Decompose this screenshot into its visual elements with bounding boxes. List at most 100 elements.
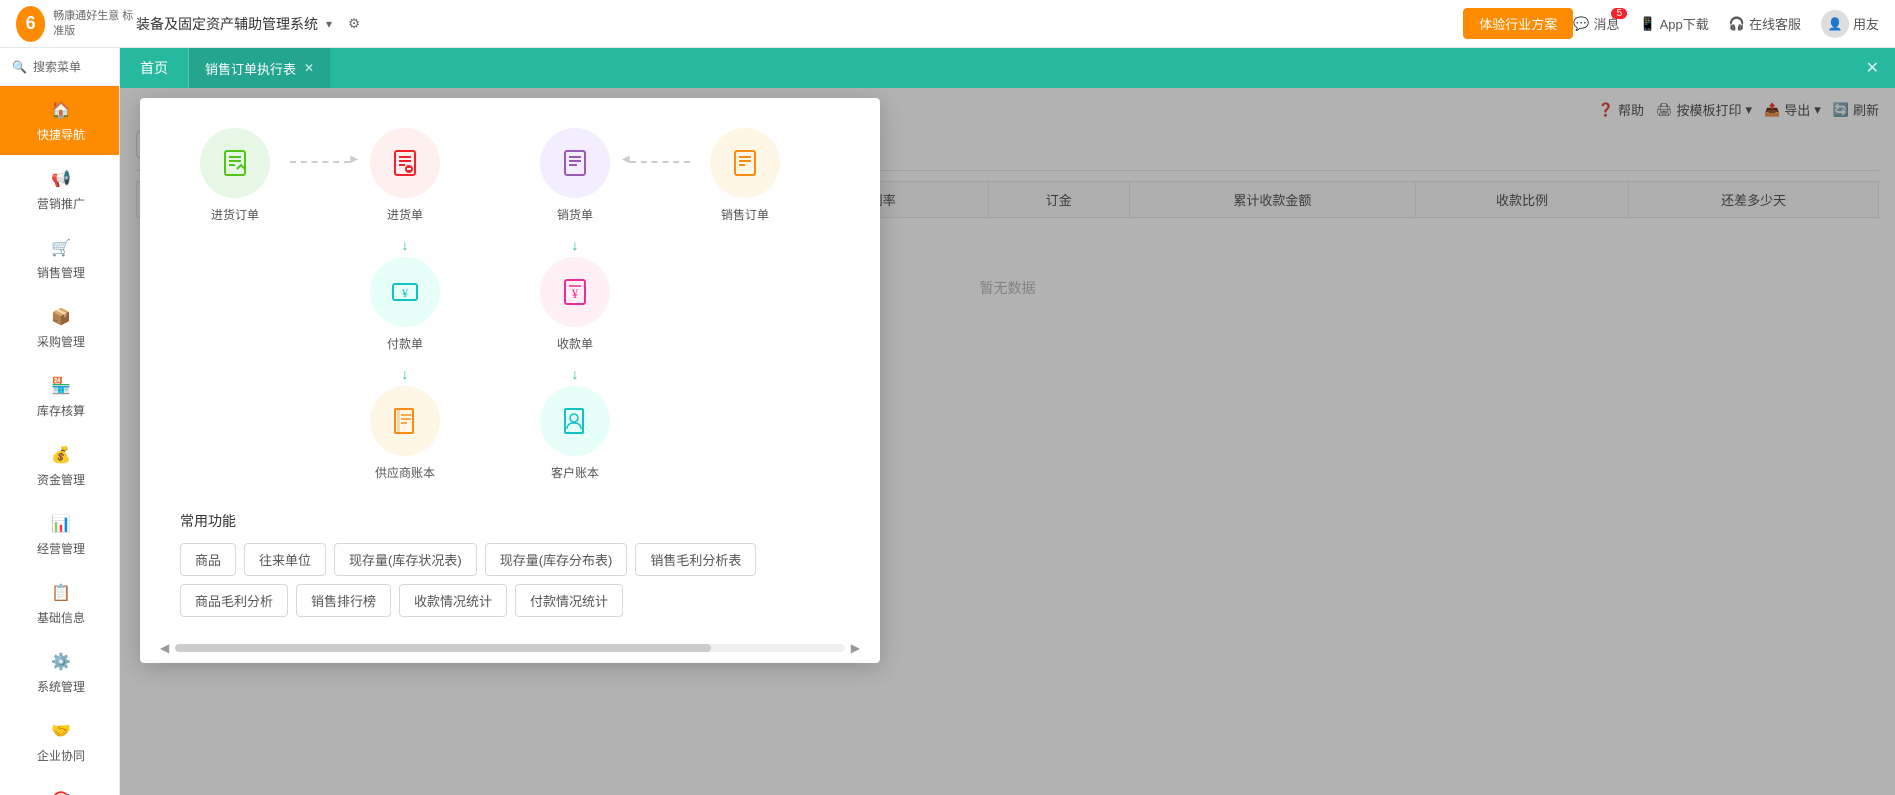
flow-node-supplier-ledger[interactable]: 供应商账本 xyxy=(350,386,460,481)
flow-row-3: 供应商账本 客户账本 xyxy=(180,386,840,481)
sidebar-item-finance[interactable]: 💰 资金管理 xyxy=(0,431,119,500)
scroll-right-btn[interactable]: ▶ xyxy=(851,641,860,655)
sales-icon: 🛒 xyxy=(49,236,73,260)
sidebar-item-purchase[interactable]: 📦 采购管理 xyxy=(0,293,119,362)
sales-order-label: 销售订单 xyxy=(721,206,769,223)
marketing-icon: 📢 xyxy=(49,167,73,191)
common-btn-goods-margin[interactable]: 商品毛利分析 xyxy=(180,584,288,617)
common-btn-receipt-stats[interactable]: 收款情况统计 xyxy=(399,584,507,617)
quick-nav-icon: 🏠 xyxy=(49,98,73,122)
online-service-btn[interactable]: 🎧 在线客服 xyxy=(1729,14,1801,33)
scroll-thumb xyxy=(175,644,711,652)
arrow-sales-order-to-receipt xyxy=(630,161,690,191)
inventory-icon: 🏪 xyxy=(49,374,73,398)
main-area: 首页 销售订单执行表 ✕ ✕ ❓ 帮助 🖨 按模板打印 ▾ 📤 xyxy=(120,48,1895,795)
common-btn-stock-dist[interactable]: 现存量(库存分布表) xyxy=(485,543,628,576)
sales-label: 销售管理 xyxy=(37,264,85,281)
top-header: 6 畅康通好生意 标准版 装备及固定资产辅助管理系统 ▾ ⚙ 体验行业方案 💬 … xyxy=(0,0,1895,48)
system-label: 系统管理 xyxy=(37,678,85,695)
online-service-label: 在线客服 xyxy=(1749,14,1801,33)
supplier-ledger-icon xyxy=(370,386,440,456)
modal-scrollbar: ◀ ▶ xyxy=(140,637,880,663)
finance-icon: 💰 xyxy=(49,443,73,467)
flow-row-2: ¥ 付款单 ¥ xyxy=(180,257,840,352)
v2-spacer-2 xyxy=(290,366,350,382)
sales-receipt-label: 销货单 xyxy=(557,206,593,223)
tab-close-btn[interactable]: ✕ xyxy=(304,61,314,75)
sidebar-item-system[interactable]: ⚙️ 系统管理 xyxy=(0,638,119,707)
modal-overlay[interactable]: 进货订单 xyxy=(120,88,1895,795)
inventory-label: 库存核算 xyxy=(37,402,85,419)
system-icon: ⚙️ xyxy=(49,650,73,674)
marketing-label: 营销推广 xyxy=(37,195,85,212)
sidebar-item-sales[interactable]: 🛒 销售管理 xyxy=(0,224,119,293)
v-arrows-row: ↓ ↓ xyxy=(180,237,840,253)
settings-btn[interactable]: ⚙ xyxy=(340,10,368,38)
purchase-order-label: 进货订单 xyxy=(211,206,259,223)
user-area[interactable]: 👤 用友 xyxy=(1821,10,1879,38)
service-icon: 🎧 xyxy=(1729,16,1745,32)
header-right: 💬 消息 5 📱 App下载 🎧 在线客服 👤 用友 xyxy=(1573,10,1879,38)
tab-sales-order-label: 销售订单执行表 xyxy=(205,59,296,78)
v-arrow-purchase: ↓ xyxy=(350,237,460,253)
scroll-track[interactable] xyxy=(175,644,845,652)
scroll-left-btn[interactable]: ◀ xyxy=(160,641,169,655)
flow-node-purchase-receipt[interactable]: 进货单 xyxy=(350,128,460,223)
sidebar-item-marketing[interactable]: 📢 营销推广 xyxy=(0,155,119,224)
tab-bar-close-btn[interactable]: ✕ xyxy=(1850,58,1895,78)
experience-btn[interactable]: 体验行业方案 xyxy=(1463,8,1573,39)
operation-icon: 📊 xyxy=(49,512,73,536)
operation-label: 经营管理 xyxy=(37,540,85,557)
flow-node-receipt[interactable]: ¥ 收款单 xyxy=(520,257,630,352)
tab-sales-order[interactable]: 销售订单执行表 ✕ xyxy=(189,48,330,88)
common-btn-stock-status[interactable]: 现存量(库存状况表) xyxy=(334,543,477,576)
flow-node-sales-order[interactable]: 销售订单 xyxy=(690,128,800,223)
payment-icon: ¥ xyxy=(370,257,440,327)
sidebar-item-operation[interactable]: 📊 经营管理 xyxy=(0,500,119,569)
content-area: ❓ 帮助 🖨 按模板打印 ▾ 📤 导出 ▾ 🔄 刷新 xyxy=(120,88,1895,795)
purchase-order-icon xyxy=(200,128,270,198)
system-title-text: 装备及固定资产辅助管理系统 xyxy=(136,14,318,34)
common-section-title: 常用功能 xyxy=(180,511,840,531)
arrow-purchase-to-receipt xyxy=(290,161,350,191)
common-btn-sales-rank[interactable]: 销售排行榜 xyxy=(296,584,391,617)
sidebar-item-inventory[interactable]: 🏪 库存核算 xyxy=(0,362,119,431)
flow-node-customer-ledger[interactable]: 客户账本 xyxy=(520,386,630,481)
receipt-icon: ¥ xyxy=(540,257,610,327)
download-icon: 📱 xyxy=(1639,16,1655,32)
newbie-icon: 🎯 xyxy=(49,788,73,795)
customer-ledger-icon xyxy=(540,386,610,456)
common-btn-partners[interactable]: 往来单位 xyxy=(244,543,326,576)
logo-icon: 6 xyxy=(16,6,45,42)
tab-bar: 首页 销售订单执行表 ✕ ✕ xyxy=(120,48,1895,88)
app-download-btn[interactable]: 📱 App下载 xyxy=(1639,14,1708,33)
sidebar-item-basic-info[interactable]: 📋 基础信息 xyxy=(0,569,119,638)
sidebar: 🔍 搜索菜单 🏠 快捷导航 📢 营销推广 🛒 销售管理 📦 采购管理 🏪 库存核… xyxy=(0,48,120,795)
logo-text: 畅康通好生意 标准版 xyxy=(53,9,136,38)
sidebar-item-newbie[interactable]: 🎯 新手引导 xyxy=(0,776,119,795)
system-dropdown-btn[interactable]: ▾ xyxy=(326,17,332,31)
sidebar-item-quick-nav[interactable]: 🏠 快捷导航 xyxy=(0,86,119,155)
v-arrows-row-2: ↓ ↓ xyxy=(180,366,840,382)
payment-label: 付款单 xyxy=(387,335,423,352)
finance-label: 资金管理 xyxy=(37,471,85,488)
flow-node-payment[interactable]: ¥ 付款单 xyxy=(350,257,460,352)
basic-info-icon: 📋 xyxy=(49,581,73,605)
common-btn-goods[interactable]: 商品 xyxy=(180,543,236,576)
common-btn-sales-margin[interactable]: 销售毛利分析表 xyxy=(635,543,756,576)
app-download-label: App下载 xyxy=(1660,14,1709,33)
flow-node-purchase-order[interactable]: 进货订单 xyxy=(180,128,290,223)
common-btn-payment-stats[interactable]: 付款情况统计 xyxy=(515,584,623,617)
logo-area: 6 畅康通好生意 标准版 xyxy=(16,6,136,42)
message-btn[interactable]: 💬 消息 5 xyxy=(1573,14,1619,33)
flow-node-sales-receipt[interactable]: 销货单 xyxy=(520,128,630,223)
tab-home[interactable]: 首页 xyxy=(120,48,189,88)
user-name: 用友 xyxy=(1853,14,1879,33)
purchase-receipt-icon xyxy=(370,128,440,198)
sales-receipt-icon xyxy=(540,128,610,198)
search-icon: 🔍 xyxy=(12,60,27,74)
search-menu-btn[interactable]: 🔍 搜索菜单 xyxy=(0,48,119,86)
sidebar-item-enterprise[interactable]: 🤝 企业协同 xyxy=(0,707,119,776)
message-icon: 💬 xyxy=(1573,16,1589,32)
v-spacer-2 xyxy=(290,237,350,253)
